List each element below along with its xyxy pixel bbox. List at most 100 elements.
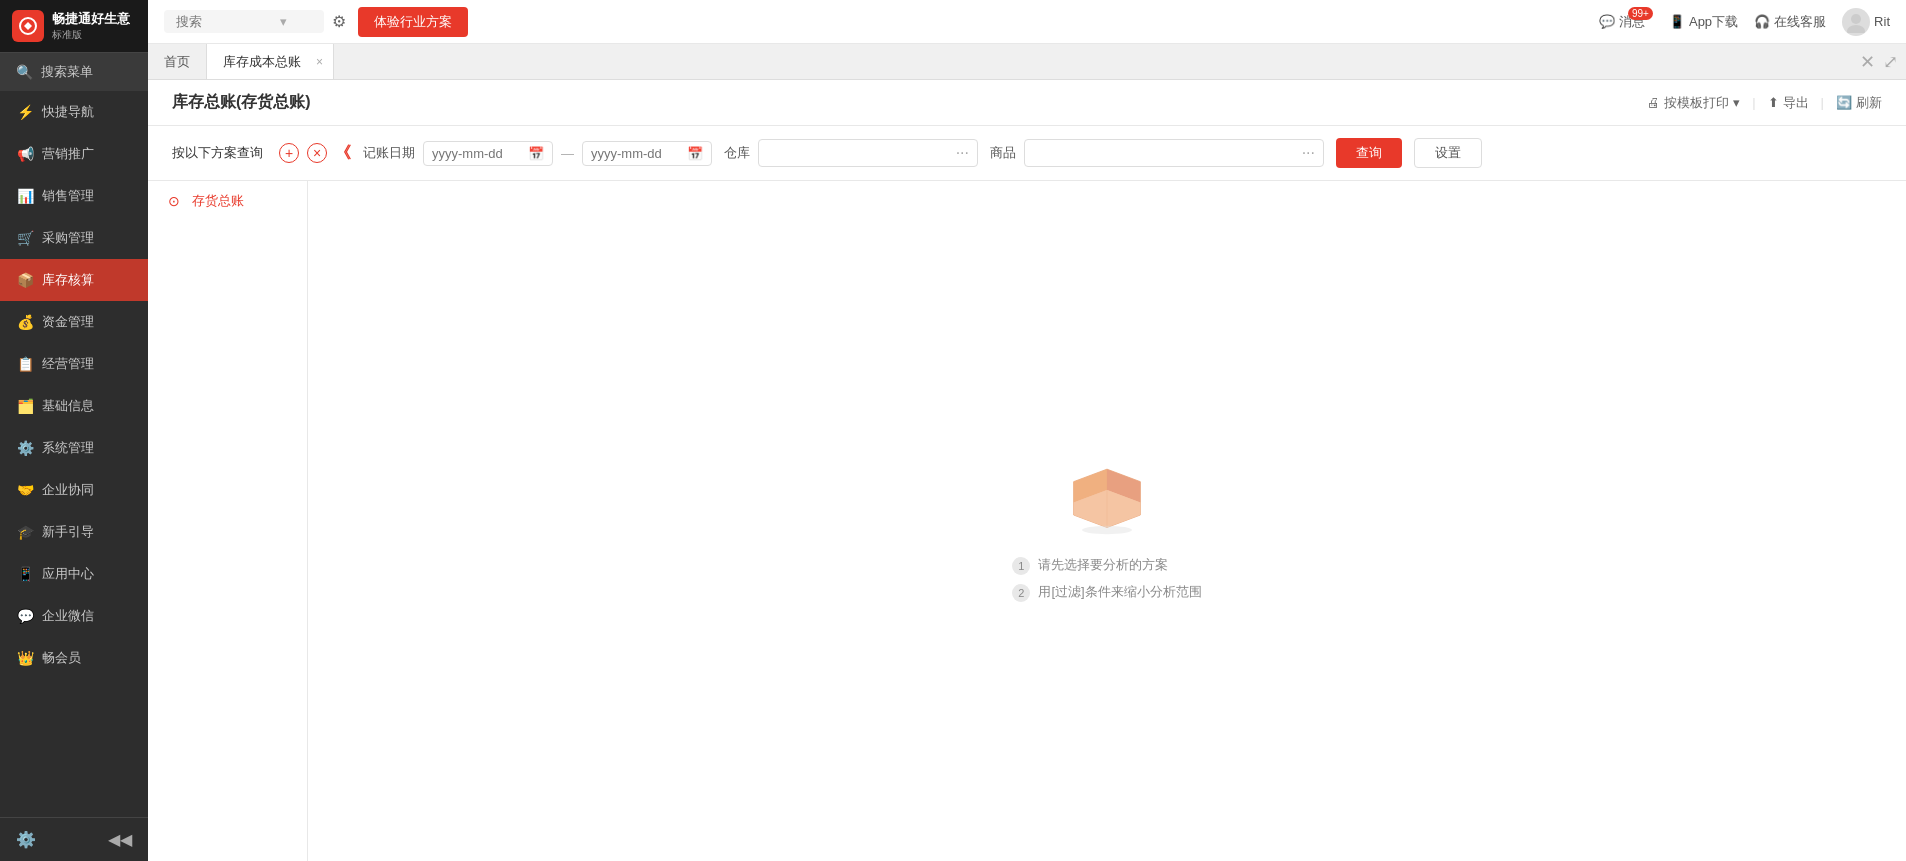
warehouse-more-icon[interactable]: ··· (956, 144, 969, 162)
filter-actions: + × 《 (279, 143, 351, 164)
goods-more-icon[interactable]: ··· (1302, 144, 1315, 162)
sidebar-item-quick-nav[interactable]: ⚡ 快捷导航 (0, 91, 148, 133)
sidebar-label-basic: 基础信息 (42, 397, 94, 415)
search-dropdown-arrow-icon[interactable]: ▾ (280, 14, 287, 29)
system-icon: ⚙️ (16, 439, 34, 457)
filter-add-btn[interactable]: + (279, 143, 299, 163)
quick-nav-icon: ⚡ (16, 103, 34, 121)
calendar-end-icon[interactable]: 📅 (687, 146, 703, 161)
app-download-icon: 📱 (1669, 14, 1685, 29)
topbar-left: ▾ ⚙ 体验行业方案 (164, 7, 1599, 37)
settings-icon[interactable]: ⚙️ (16, 830, 36, 849)
marketing-icon: 📢 (16, 145, 34, 163)
sidebar-item-wechat[interactable]: 💬 企业微信 (0, 595, 148, 637)
empty-state: 1 请先选择要分析的方案 2 用[过滤]条件来缩小分析范围 (308, 181, 1906, 861)
scheme-ledger-icon: ⊙ (164, 191, 184, 211)
tip-num-1: 1 (1012, 557, 1030, 575)
printer-icon: 🖨 (1647, 95, 1660, 110)
date-field-label: 记账日期 (363, 144, 415, 162)
date-separator: — (561, 146, 574, 161)
message-icon: 💬 (1599, 14, 1615, 29)
svg-point-1 (1851, 14, 1861, 24)
finance-icon: 💰 (16, 313, 34, 331)
basic-icon: 🗂️ (16, 397, 34, 415)
sidebar-item-sales[interactable]: 📊 销售管理 (0, 175, 148, 217)
sidebar-item-system[interactable]: ⚙️ 系统管理 (0, 427, 148, 469)
query-button[interactable]: 查询 (1336, 138, 1402, 168)
inventory-icon: 📦 (16, 271, 34, 289)
tab-inventory-ledger[interactable]: 库存成本总账 × (207, 44, 334, 79)
divider1: | (1752, 95, 1755, 110)
operation-icon: 📋 (16, 355, 34, 373)
sidebar-item-operation[interactable]: 📋 经营管理 (0, 343, 148, 385)
filter-label: 按以下方案查询 (172, 144, 263, 162)
message-btn[interactable]: 💬 消息 99+ (1599, 13, 1645, 31)
sidebar-label-guide: 新手引导 (42, 523, 94, 541)
export-icon: ⬆ (1768, 95, 1779, 110)
topbar-search-area[interactable]: ▾ (164, 10, 324, 33)
sidebar-item-inventory[interactable]: 📦 库存核算 (0, 259, 148, 301)
scheme-item-inventory-ledger[interactable]: ⊙ 存货总账 (148, 181, 307, 221)
sidebar-footer: ⚙️ ◀◀ (0, 817, 148, 861)
sales-icon: 📊 (16, 187, 34, 205)
main-area: ▾ ⚙ 体验行业方案 💬 消息 99+ 📱 App下载 🎧 在线客服 (148, 0, 1906, 861)
sidebar-item-cooperation[interactable]: 🤝 企业协同 (0, 469, 148, 511)
member-icon: 👑 (16, 649, 34, 667)
sidebar-search-btn[interactable]: 🔍 搜索菜单 (0, 53, 148, 91)
refresh-label: 刷新 (1856, 94, 1882, 112)
sidebar-item-purchase[interactable]: 🛒 采购管理 (0, 217, 148, 259)
topbar-search-input[interactable] (176, 14, 276, 29)
tab-panel-close-icon[interactable]: ✕ (1860, 51, 1875, 73)
collapse-icon[interactable]: ◀◀ (108, 830, 132, 849)
guide-icon: 🎓 (16, 523, 34, 541)
sidebar-label-system: 系统管理 (42, 439, 94, 457)
warehouse-label: 仓库 (724, 144, 750, 162)
app-download-btn[interactable]: 📱 App下载 (1669, 13, 1738, 31)
tab-home[interactable]: 首页 (148, 44, 207, 79)
service-icon: 🎧 (1754, 14, 1770, 29)
empty-tip-2: 2 用[过滤]条件来缩小分析范围 (1012, 583, 1201, 602)
filter-collapse-btn[interactable]: 《 (335, 143, 351, 164)
sidebar-item-basic[interactable]: 🗂️ 基础信息 (0, 385, 148, 427)
date-end-field[interactable] (591, 146, 681, 161)
avatar (1842, 8, 1870, 36)
sidebar-label-wechat: 企业微信 (42, 607, 94, 625)
warehouse-select[interactable]: ··· (758, 139, 978, 167)
online-service-btn[interactable]: 🎧 在线客服 (1754, 13, 1826, 31)
filter-date-group: 记账日期 📅 — 📅 (363, 141, 712, 166)
sidebar-label-quick-nav: 快捷导航 (42, 103, 94, 121)
filter-bar: 按以下方案查询 + × 《 记账日期 📅 — 📅 仓库 (148, 126, 1906, 181)
sidebar-item-member[interactable]: 👑 畅会员 (0, 637, 148, 679)
settings-button[interactable]: 设置 (1414, 138, 1482, 168)
refresh-btn[interactable]: 🔄 刷新 (1836, 94, 1882, 112)
date-end-input[interactable]: 📅 (582, 141, 712, 166)
page-actions: 🖨 按模板打印 ▾ | ⬆ 导出 | 🔄 刷新 (1647, 94, 1882, 112)
filter-del-btn[interactable]: × (307, 143, 327, 163)
print-template-btn[interactable]: 🖨 按模板打印 ▾ (1647, 94, 1740, 112)
username-label: Rit (1874, 14, 1890, 29)
industry-btn[interactable]: 体验行业方案 (358, 7, 468, 37)
divider2: | (1821, 95, 1824, 110)
topbar-gear-icon[interactable]: ⚙ (332, 12, 346, 31)
date-start-input[interactable]: 📅 (423, 141, 553, 166)
user-avatar-area[interactable]: Rit (1842, 8, 1890, 36)
sidebar-item-marketing[interactable]: 📢 营销推广 (0, 133, 148, 175)
sidebar-logo: 畅捷通好生意 标准版 (0, 0, 148, 53)
tab-panel-expand-icon[interactable]: ⤢ (1883, 51, 1898, 73)
sidebar-item-guide[interactable]: 🎓 新手引导 (0, 511, 148, 553)
print-dropdown-icon[interactable]: ▾ (1733, 95, 1740, 110)
topbar: ▾ ⚙ 体验行业方案 💬 消息 99+ 📱 App下载 🎧 在线客服 (148, 0, 1906, 44)
calendar-start-icon[interactable]: 📅 (528, 146, 544, 161)
tab-close-icon[interactable]: × (316, 55, 323, 69)
goods-select[interactable]: ··· (1024, 139, 1324, 167)
sidebar-label-apps: 应用中心 (42, 565, 94, 583)
date-start-field[interactable] (432, 146, 522, 161)
wechat-icon: 💬 (16, 607, 34, 625)
app-edition: 标准版 (52, 28, 130, 42)
sidebar-item-apps[interactable]: 📱 应用中心 (0, 553, 148, 595)
sidebar-nav: 🔍 搜索菜单 ⚡ 快捷导航 📢 营销推广 📊 销售管理 🛒 采购管理 📦 库存核… (0, 53, 148, 817)
app-name: 畅捷通好生意 (52, 10, 130, 28)
sidebar-item-finance[interactable]: 💰 资金管理 (0, 301, 148, 343)
svg-point-2 (1847, 25, 1865, 33)
export-btn[interactable]: ⬆ 导出 (1768, 94, 1809, 112)
